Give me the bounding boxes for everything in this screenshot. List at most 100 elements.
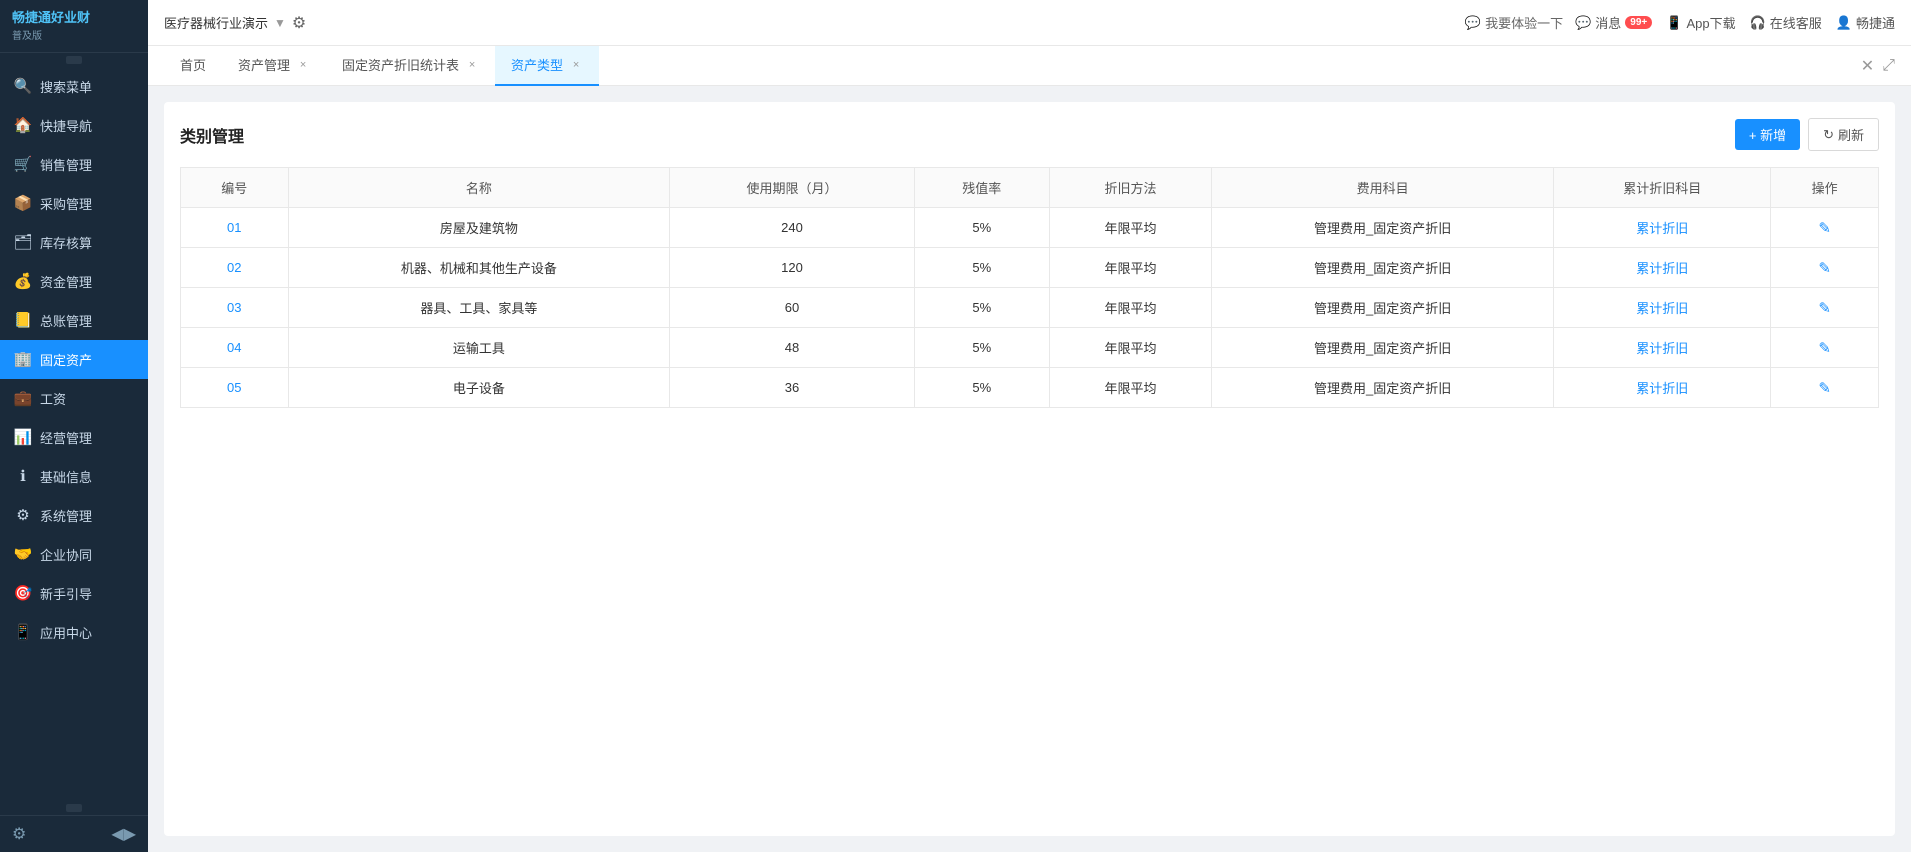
page-content: 类别管理 + 新增 ↻ 刷新 编号 名称 使用期限（月） bbox=[148, 86, 1911, 852]
cell-residual-1: 5% bbox=[914, 248, 1049, 288]
cell-name-4: 电子设备 bbox=[288, 368, 670, 408]
guide-icon: 🎯 bbox=[14, 584, 32, 602]
sidebar-item-fixed[interactable]: 🏢 固定资产 bbox=[0, 340, 148, 379]
sidebar-item-search[interactable]: 🔍 搜索菜单 bbox=[0, 67, 148, 106]
tab-depreciation[interactable]: 固定资产折旧统计表 × bbox=[326, 46, 495, 86]
quicknav-icon: 🏠 bbox=[14, 116, 32, 134]
cell-expense-3: 管理费用_固定资产折旧 bbox=[1212, 328, 1554, 368]
window-expand-btn[interactable]: ⤢ bbox=[1882, 57, 1895, 75]
tab-depreciation-label: 固定资产折旧统计表 bbox=[342, 55, 459, 74]
sidebar-item-enterprise[interactable]: 🤝 企业协同 bbox=[0, 535, 148, 574]
cell-id-4: 05 bbox=[181, 368, 289, 408]
sidebar-label-enterprise: 企业协同 bbox=[40, 545, 92, 564]
col-id: 编号 bbox=[181, 168, 289, 208]
sidebar-label-operations: 经营管理 bbox=[40, 428, 92, 447]
cell-residual-3: 5% bbox=[914, 328, 1049, 368]
tab-asset-mgmt[interactable]: 资产管理 × bbox=[222, 46, 326, 86]
cell-name-3: 运输工具 bbox=[288, 328, 670, 368]
tabs-bar: 首页 资产管理 × 固定资产折旧统计表 × 资产类型 × ✕ ⤢ bbox=[148, 46, 1911, 86]
tab-asset-mgmt-close[interactable]: × bbox=[296, 58, 310, 72]
cell-name-1: 机器、机械和其他生产设备 bbox=[288, 248, 670, 288]
refresh-button-label: 刷新 bbox=[1838, 125, 1864, 144]
cell-period-0: 240 bbox=[670, 208, 915, 248]
page-card: 类别管理 + 新增 ↻ 刷新 编号 名称 使用期限（月） bbox=[164, 102, 1895, 836]
tab-depreciation-close[interactable]: × bbox=[465, 58, 479, 72]
sidebar-item-system[interactable]: ⚙ 系统管理 bbox=[0, 496, 148, 535]
service-btn[interactable]: 🎧 在线客服 bbox=[1750, 13, 1822, 32]
message-btn[interactable]: 💬 消息 99+ bbox=[1575, 13, 1652, 32]
window-close-btn[interactable]: ✕ bbox=[1861, 56, 1874, 76]
scroll-down-btn[interactable] bbox=[66, 804, 82, 812]
cell-period-4: 36 bbox=[670, 368, 915, 408]
page-header: 类别管理 + 新增 ↻ 刷新 bbox=[180, 118, 1879, 151]
payroll-icon: 💼 bbox=[14, 389, 32, 407]
cell-name-2: 器具、工具、家具等 bbox=[288, 288, 670, 328]
sidebar-item-ledger[interactable]: 📒 总账管理 bbox=[0, 301, 148, 340]
settings-icon[interactable]: ⚙ bbox=[12, 824, 26, 844]
try-feature-btn[interactable]: 💬 我要体验一下 bbox=[1465, 13, 1563, 32]
cell-accumulated-2: 累计折旧 bbox=[1554, 288, 1771, 328]
cell-edit-2[interactable]: ✎ bbox=[1771, 288, 1879, 328]
app-download-btn[interactable]: 📱 App下载 bbox=[1666, 13, 1735, 32]
cell-edit-3[interactable]: ✎ bbox=[1771, 328, 1879, 368]
sidebar-item-payroll[interactable]: 💼 工资 bbox=[0, 379, 148, 418]
cell-expense-1: 管理费用_固定资产折旧 bbox=[1212, 248, 1554, 288]
cell-expense-2: 管理费用_固定资产折旧 bbox=[1212, 288, 1554, 328]
cell-accumulated-1: 累计折旧 bbox=[1554, 248, 1771, 288]
tab-asset-type[interactable]: 资产类型 × bbox=[495, 46, 599, 86]
col-action: 操作 bbox=[1771, 168, 1879, 208]
scroll-up-btn[interactable] bbox=[66, 56, 82, 64]
service-label: 在线客服 bbox=[1770, 13, 1822, 32]
cell-id-0: 01 bbox=[181, 208, 289, 248]
sidebar-item-sales[interactable]: 🛒 销售管理 bbox=[0, 145, 148, 184]
app-logo: 畅捷通好业财 普及版 bbox=[0, 0, 148, 53]
sidebar-label-payroll: 工资 bbox=[40, 389, 66, 408]
sidebar: 畅捷通好业财 普及版 🔍 搜索菜单 🏠 快捷导航 🛒 销售管理 📦 采购管理 🗂… bbox=[0, 0, 148, 852]
chevron-down-icon: ▼ bbox=[274, 16, 286, 30]
cell-edit-4[interactable]: ✎ bbox=[1771, 368, 1879, 408]
sidebar-item-inventory[interactable]: 🗂 库存核算 bbox=[0, 223, 148, 262]
cell-edit-0[interactable]: ✎ bbox=[1771, 208, 1879, 248]
sidebar-item-funds[interactable]: 💰 资金管理 bbox=[0, 262, 148, 301]
tab-asset-mgmt-label: 资产管理 bbox=[238, 55, 290, 74]
new-button-label: + 新增 bbox=[1749, 125, 1786, 144]
sidebar-item-operations[interactable]: 📊 经营管理 bbox=[0, 418, 148, 457]
sidebar-nav: 🛒 销售管理 📦 采购管理 🗂 库存核算 💰 资金管理 📒 总账管理 🏢 固定资… bbox=[0, 145, 148, 801]
page-actions: + 新增 ↻ 刷新 bbox=[1735, 118, 1879, 151]
sidebar-label-funds: 资金管理 bbox=[40, 272, 92, 291]
cell-period-3: 48 bbox=[670, 328, 915, 368]
topbar-title-area: 医疗器械行业演示 ▼ ⚙ bbox=[164, 13, 1453, 33]
refresh-icon: ↻ bbox=[1823, 127, 1834, 143]
new-button[interactable]: + 新增 bbox=[1735, 119, 1800, 150]
collapse-icon[interactable]: ◀▶ bbox=[111, 824, 136, 844]
cell-method-3: 年限平均 bbox=[1049, 328, 1211, 368]
cell-expense-4: 管理费用_固定资产折旧 bbox=[1212, 368, 1554, 408]
tab-home[interactable]: 首页 bbox=[164, 46, 222, 86]
cell-accumulated-3: 累计折旧 bbox=[1554, 328, 1771, 368]
refresh-button[interactable]: ↻ 刷新 bbox=[1808, 118, 1879, 151]
download-icon: 📱 bbox=[1666, 15, 1682, 31]
sidebar-label-app: 应用中心 bbox=[40, 623, 92, 642]
inventory-icon: 🗂 bbox=[14, 233, 32, 251]
try-label: 我要体验一下 bbox=[1485, 13, 1563, 32]
sidebar-label-purchase: 采购管理 bbox=[40, 194, 92, 213]
cell-edit-1[interactable]: ✎ bbox=[1771, 248, 1879, 288]
sidebar-label-sales: 销售管理 bbox=[40, 155, 92, 174]
user-btn[interactable]: 👤 畅捷通 bbox=[1836, 13, 1895, 32]
ledger-icon: 📒 bbox=[14, 311, 32, 329]
sidebar-item-guide[interactable]: 🎯 新手引导 bbox=[0, 574, 148, 613]
sidebar-label-ledger: 总账管理 bbox=[40, 311, 92, 330]
topbar-settings-icon[interactable]: ⚙ bbox=[292, 13, 306, 33]
tab-asset-type-label: 资产类型 bbox=[511, 55, 563, 74]
window-controls: ✕ ⤢ bbox=[1861, 56, 1895, 76]
sidebar-item-app[interactable]: 📱 应用中心 bbox=[0, 613, 148, 652]
cell-accumulated-4: 累计折旧 bbox=[1554, 368, 1771, 408]
sidebar-item-quicknav[interactable]: 🏠 快捷导航 bbox=[0, 106, 148, 145]
company-name: 医疗器械行业演示 bbox=[164, 13, 268, 32]
sales-icon: 🛒 bbox=[14, 155, 32, 173]
tab-asset-type-close[interactable]: × bbox=[569, 58, 583, 72]
col-period: 使用期限（月） bbox=[670, 168, 915, 208]
table-row: 05 电子设备 36 5% 年限平均 管理费用_固定资产折旧 累计折旧 ✎ bbox=[181, 368, 1879, 408]
sidebar-item-info[interactable]: ℹ 基础信息 bbox=[0, 457, 148, 496]
sidebar-item-purchase[interactable]: 📦 采购管理 bbox=[0, 184, 148, 223]
